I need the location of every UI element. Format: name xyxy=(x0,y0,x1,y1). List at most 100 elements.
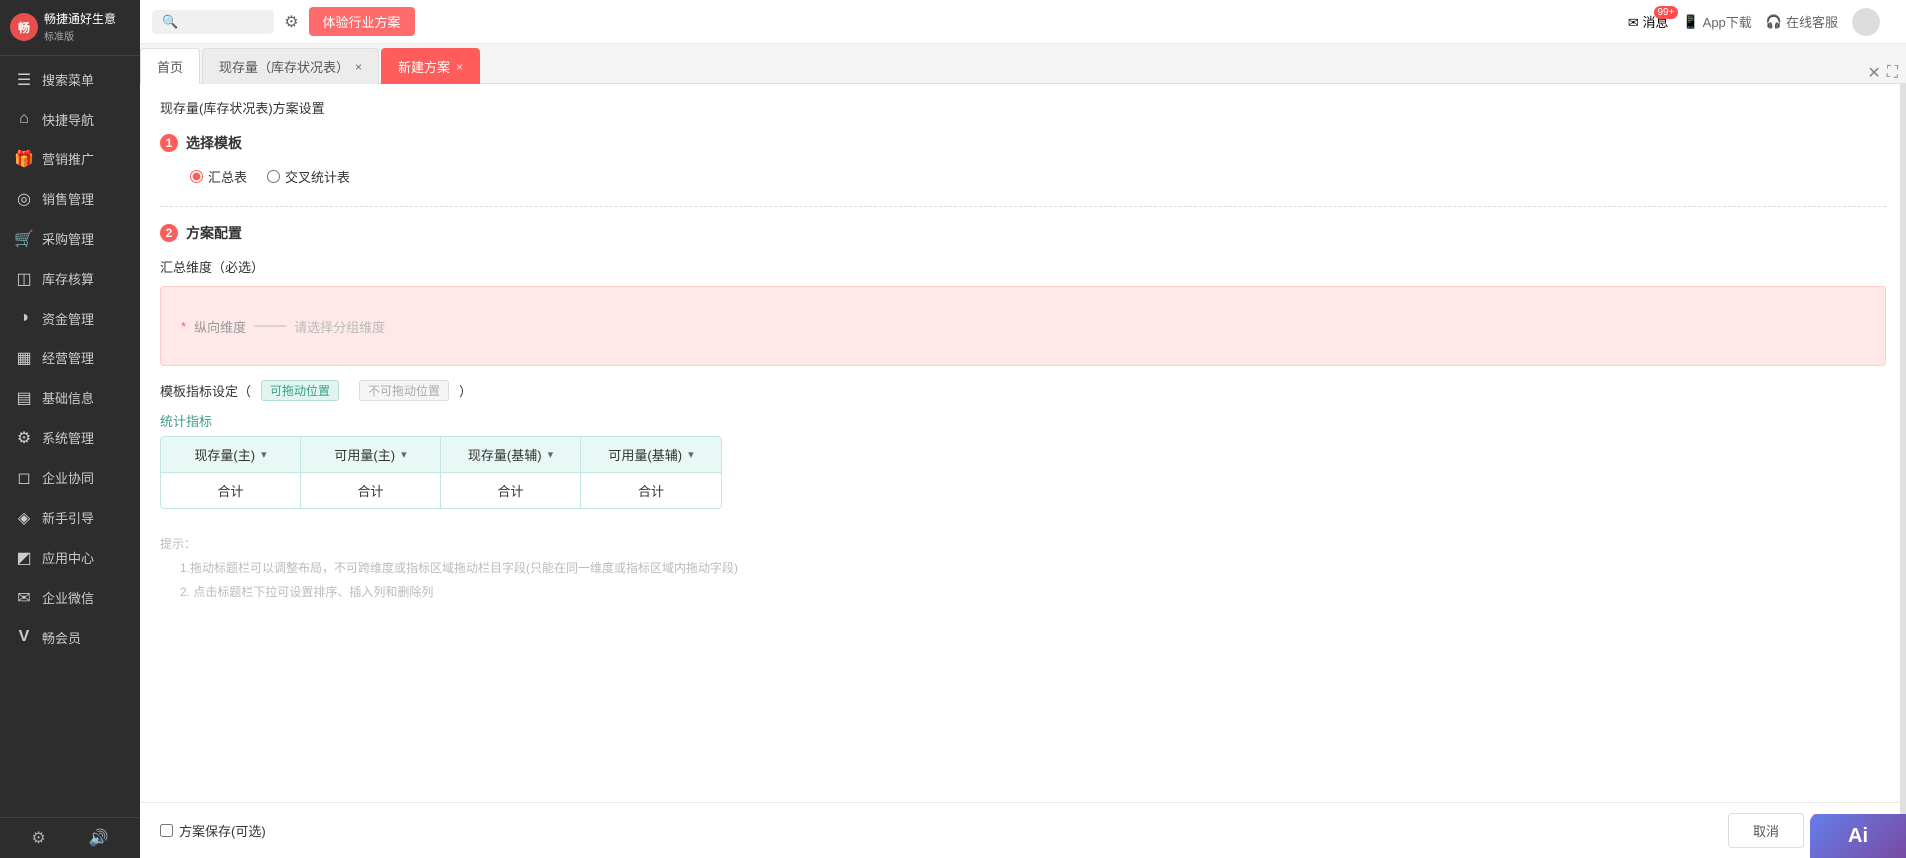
trial-button[interactable]: 体验行业方案 xyxy=(309,7,415,36)
sidebar-item-purchase[interactable]: 🛒 采购管理 xyxy=(0,219,140,259)
close-window-icon[interactable]: ✕ xyxy=(1867,63,1880,83)
logo-title: 畅捷通好生意 xyxy=(44,12,116,28)
radio-cross[interactable]: 交叉统计表 xyxy=(267,167,350,186)
sidebar-item-quick-nav[interactable]: ⌂ 快捷导航 xyxy=(0,100,140,139)
save-label: 方案保存(可选) xyxy=(179,821,266,840)
sidebar-item-label: 搜索菜单 xyxy=(42,70,94,89)
mobile-icon: 📱 xyxy=(1682,14,1698,30)
headset-icon: 🎧 xyxy=(1766,14,1782,30)
basic-icon: ▤ xyxy=(14,388,34,408)
sidebar-item-marketing[interactable]: 🎁 营销推广 xyxy=(0,139,140,179)
sidebar: 畅 畅捷通好生意 标准版 ☰ 搜索菜单 ⌂ 快捷导航 🎁 营销推广 ◎ 销售管理… xyxy=(0,0,140,858)
col-header-label-2: 现存量(基辅) xyxy=(468,445,542,464)
logo-icon: 畅 xyxy=(10,13,38,41)
cancel-button[interactable]: 取消 xyxy=(1728,813,1804,848)
settings-icon[interactable]: ⚙ xyxy=(31,828,45,848)
divider-1 xyxy=(160,206,1886,207)
member-icon: V xyxy=(14,628,34,646)
tab-home-label: 首页 xyxy=(157,57,183,76)
close-tab-new-scheme[interactable]: × xyxy=(456,60,463,74)
search-input[interactable] xyxy=(184,15,264,29)
dim-select-placeholder[interactable]: 请选择分组维度 xyxy=(294,317,385,336)
step2-num: 2 xyxy=(160,224,178,242)
sidebar-item-label: 快捷导航 xyxy=(42,110,94,129)
radio-summary[interactable]: 汇总表 xyxy=(190,167,247,186)
step2-section: 2 方案配置 汇总维度（必选） * 纵向维度 —— 请选择分组维度 模板指标设定… xyxy=(160,223,1886,604)
chevron-down-icon-0: ▾ xyxy=(261,448,267,461)
sidebar-item-label: 库存核算 xyxy=(42,269,94,288)
col-header-label-1: 可用量(主) xyxy=(334,445,395,464)
tab-new-scheme[interactable]: 新建方案 × xyxy=(381,48,480,84)
stats-table-header: 现存量(主) ▾ 可用量(主) ▾ 现存量(基辅) ▾ 可用量(基辅) xyxy=(161,437,721,472)
sidebar-item-finance[interactable]: ◑ 资金管理 xyxy=(0,299,140,338)
sidebar-item-newguide[interactable]: ◈ 新手引导 xyxy=(0,498,140,538)
sidebar-item-search-menu[interactable]: ☰ 搜索菜单 xyxy=(0,60,140,100)
tab-home[interactable]: 首页 xyxy=(140,48,200,84)
radio-cross-input[interactable] xyxy=(267,170,280,183)
tips-area: 提示： 1.拖动标题栏可以调整布局，不可跨维度或指标区域拖动栏目字段(只能在同一… xyxy=(160,532,1886,604)
sidebar-item-label: 经营管理 xyxy=(42,348,94,367)
step2-header: 2 方案配置 xyxy=(160,223,1886,243)
metrics-setting-row: 模板指标设定（ 可拖动位置 不可拖动位置 ） xyxy=(160,380,1886,401)
radio-summary-input[interactable] xyxy=(190,170,203,183)
appstore-icon: ◩ xyxy=(14,548,34,568)
col-header-label-0: 现存量(主) xyxy=(194,445,255,464)
search-box[interactable]: 🔍 xyxy=(152,10,274,34)
sidebar-item-wechat[interactable]: ✉ 企业微信 xyxy=(0,578,140,618)
save-checkbox-label[interactable]: 方案保存(可选) xyxy=(160,821,266,840)
col-header-label-3: 可用量(基辅) xyxy=(608,445,682,464)
topbar: 🔍 ⚙ 体验行业方案 ✉ 消息 99+ 📱 App下载 🎧 在线客服 xyxy=(140,0,1906,44)
step2-title: 方案配置 xyxy=(186,223,242,243)
sales-icon: ◎ xyxy=(14,189,34,209)
main-area: 🔍 ⚙ 体验行业方案 ✉ 消息 99+ 📱 App下载 🎧 在线客服 xyxy=(140,0,1906,858)
app-download-link[interactable]: 📱 App下载 xyxy=(1682,12,1751,31)
sidebar-item-system[interactable]: ⚙ 系统管理 xyxy=(0,418,140,458)
step1-title: 选择模板 xyxy=(186,133,242,153)
tips-title: 提示： xyxy=(160,537,196,551)
col-header-1[interactable]: 可用量(主) ▾ xyxy=(301,437,441,472)
ai-bubble[interactable]: Ai xyxy=(1810,814,1906,858)
sidebar-item-basic[interactable]: ▤ 基础信息 xyxy=(0,378,140,418)
speaker-icon[interactable]: 🔊 xyxy=(89,828,109,848)
close-tab-inventory[interactable]: × xyxy=(355,60,362,74)
col-header-3[interactable]: 可用量(基辅) ▾ xyxy=(581,437,721,472)
enterprise-icon: ◻ xyxy=(14,468,34,488)
message-button[interactable]: ✉ 消息 99+ xyxy=(1628,12,1669,31)
sidebar-item-member[interactable]: V 畅会员 xyxy=(0,618,140,657)
tab-inventory-status[interactable]: 现存量（库存状况表） × xyxy=(202,48,379,84)
col-header-0[interactable]: 现存量(主) ▾ xyxy=(161,437,301,472)
sidebar-nav: ☰ 搜索菜单 ⌂ 快捷导航 🎁 营销推广 ◎ 销售管理 🛒 采购管理 ◫ 库存核… xyxy=(0,56,140,817)
metrics-label-text: 模板指标设定（ xyxy=(160,381,251,400)
metrics-fixed-badge: 不可拖动位置 xyxy=(359,380,449,401)
sidebar-item-label: 应用中心 xyxy=(42,548,94,567)
sidebar-item-sales[interactable]: ◎ 销售管理 xyxy=(0,179,140,219)
step1-num: 1 xyxy=(160,134,178,152)
expand-window-icon[interactable]: ⛶ xyxy=(1887,64,1898,82)
step1-header: 1 选择模板 xyxy=(160,133,1886,153)
system-icon: ⚙ xyxy=(14,428,34,448)
chevron-down-icon-1: ▾ xyxy=(401,448,407,461)
sidebar-footer: ⚙ 🔊 xyxy=(0,817,140,858)
wechat-icon: ✉ xyxy=(14,588,34,608)
operation-icon: ▦ xyxy=(14,348,34,368)
app-logo: 畅 畅捷通好生意 标准版 xyxy=(0,0,140,56)
sidebar-item-label: 基础信息 xyxy=(42,388,94,407)
online-service-link[interactable]: 🎧 在线客服 xyxy=(1766,12,1838,31)
sidebar-item-enterprise[interactable]: ◻ 企业协同 xyxy=(0,458,140,498)
avatar[interactable] xyxy=(1852,8,1880,36)
newguide-icon: ◈ xyxy=(14,508,34,528)
col-header-2[interactable]: 现存量(基辅) ▾ xyxy=(441,437,581,472)
save-checkbox[interactable] xyxy=(160,824,173,837)
sidebar-item-label: 营销推广 xyxy=(42,149,94,168)
sidebar-item-inventory[interactable]: ◫ 库存核算 xyxy=(0,259,140,299)
message-badge: 99+ xyxy=(1654,6,1679,19)
radio-summary-label: 汇总表 xyxy=(208,167,247,186)
gear-icon[interactable]: ⚙ xyxy=(284,12,298,32)
sidebar-item-appstore[interactable]: ◩ 应用中心 xyxy=(0,538,140,578)
inventory-icon: ◫ xyxy=(14,269,34,289)
resize-handle[interactable] xyxy=(1900,84,1906,858)
col-cell-3: 合计 xyxy=(581,473,721,508)
tabs-bar: 首页 现存量（库存状况表） × 新建方案 × ✕ ⛶ xyxy=(140,44,1906,84)
sidebar-item-operation[interactable]: ▦ 经营管理 xyxy=(0,338,140,378)
dimension-drop-area[interactable]: * 纵向维度 —— 请选择分组维度 xyxy=(160,286,1886,366)
